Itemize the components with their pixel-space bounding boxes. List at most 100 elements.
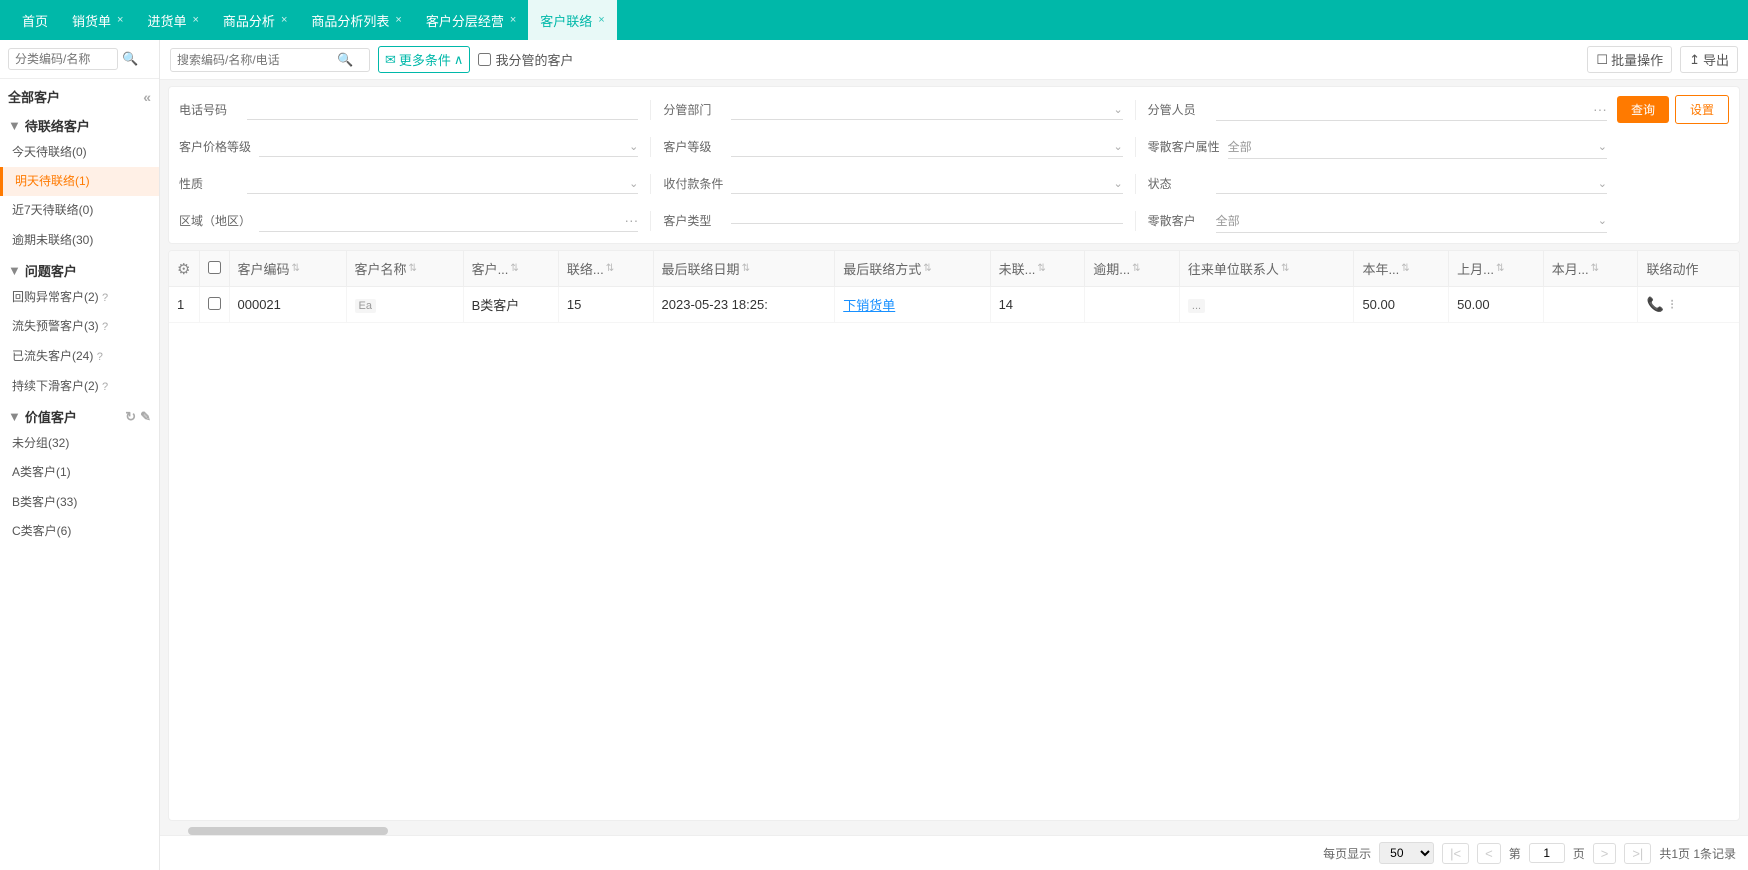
next-page-button[interactable]: > [1593, 843, 1617, 864]
horizontal-scrollbar[interactable] [168, 827, 1740, 835]
region-select[interactable]: ··· [259, 209, 638, 232]
sort-contact-icon[interactable]: ⇅ [606, 263, 614, 274]
retail-attr-select[interactable]: 全部 ⌄ [1228, 135, 1607, 159]
sidebar-item-value[interactable]: B类客户(33) [0, 488, 159, 517]
sort-type-icon[interactable]: ⇅ [510, 263, 518, 274]
page-number-input[interactable] [1529, 843, 1565, 863]
nav-item-商品分析[interactable]: 商品分析× [211, 0, 299, 40]
sidebar-item-problem[interactable]: 流失预警客户(3) ? [0, 312, 159, 342]
scrollbar-thumb[interactable] [188, 827, 388, 835]
col-name-label: 客户名称 [355, 259, 407, 278]
export-button[interactable]: ↥ 导出 [1680, 46, 1738, 73]
payment-chevron-icon: ⌄ [1113, 177, 1122, 190]
sort-this-month-icon[interactable]: ⇅ [1591, 263, 1599, 274]
row-last-date: 2023-05-23 18:25: [653, 287, 835, 323]
sort-overdue-icon[interactable]: ⇅ [1132, 263, 1140, 274]
sidebar-item-value[interactable]: C类客户(6) [0, 517, 159, 546]
sort-last-method-icon[interactable]: ⇅ [923, 263, 931, 274]
nav-item-销货单[interactable]: 销货单× [60, 0, 135, 40]
retail-cust-label: 零散客户 [1148, 212, 1208, 229]
sort-name-icon[interactable]: ⇅ [409, 263, 417, 274]
retail-cust-select[interactable]: 全部 ⌄ [1216, 209, 1607, 233]
close-icon[interactable]: × [117, 14, 123, 26]
prev-page-button[interactable]: < [1477, 843, 1501, 864]
query-button[interactable]: 查询 [1617, 96, 1669, 123]
pending-section-header: ▼ 待联络客户 [0, 110, 159, 138]
edit-icon[interactable]: ✎ [140, 409, 151, 425]
sidebar-item-value[interactable]: A类客户(1) [0, 458, 159, 487]
sidebar-search-input[interactable] [8, 48, 118, 70]
all-customers-header[interactable]: 全部客户 « [0, 79, 159, 110]
nav-item-客户联络[interactable]: 客户联络× [528, 0, 616, 40]
first-page-button[interactable]: |< [1442, 843, 1469, 864]
sidebar-search-icon[interactable]: 🔍 [122, 51, 138, 67]
sidebar-item-problem[interactable]: 持续下滑客户(2) ? [0, 372, 159, 402]
action-phone-icon[interactable]: 📞 [1646, 296, 1663, 313]
toolbar-search-input[interactable] [177, 53, 337, 67]
manager-select[interactable]: ··· [1216, 98, 1607, 121]
nav-item-商品分析列表[interactable]: 商品分析列表× [299, 0, 413, 40]
col-last-method-label: 最后联络方式 [843, 259, 921, 278]
sort-last-date-icon[interactable]: ⇅ [742, 263, 750, 274]
page-size-select[interactable]: 50 100 200 [1379, 842, 1434, 864]
close-icon[interactable]: × [281, 14, 287, 26]
price-grade-select[interactable]: ⌄ [259, 137, 638, 157]
price-grade-label: 客户价格等级 [179, 138, 251, 155]
settings-button[interactable]: 设置 [1675, 95, 1729, 124]
sort-last-month-icon[interactable]: ⇅ [1496, 263, 1504, 274]
sort-unit-icon[interactable]: ⇅ [1281, 263, 1289, 274]
col-last-date-label: 最后联络日期 [662, 259, 740, 278]
sidebar-item-pending[interactable]: 逾期未联络(30) [0, 226, 159, 255]
sort-code-icon[interactable]: ⇅ [292, 263, 300, 274]
more-filters-button[interactable]: ✉ 更多条件 ∧ [378, 46, 470, 73]
my-customers-checkbox[interactable] [478, 53, 491, 66]
select-all-checkbox[interactable] [208, 261, 221, 274]
my-customers-label: 我分管的客户 [495, 50, 573, 69]
dept-chevron-down-icon: ⌄ [1113, 103, 1122, 116]
dept-select[interactable]: ⌄ [731, 100, 1122, 120]
cust-type-select[interactable] [731, 217, 1122, 224]
batch-operation-button[interactable]: ☐ 批量操作 [1587, 46, 1672, 73]
nature-select[interactable]: ⌄ [247, 174, 638, 194]
chevron-up-icon: ∧ [454, 52, 464, 68]
nav-item-首页[interactable]: 首页 [10, 0, 60, 40]
customer-grade-select[interactable]: ⌄ [731, 137, 1122, 157]
close-icon[interactable]: × [510, 14, 516, 26]
toolbar: 🔍 ✉ 更多条件 ∧ 我分管的客户 ☐ 批量操作 ↥ 导出 [160, 40, 1748, 80]
collapse-icon[interactable]: « [143, 89, 151, 105]
close-icon[interactable]: × [395, 14, 401, 26]
row-unit-contact: ... [1179, 287, 1354, 323]
sidebar-item-problem[interactable]: 已流失客户(24) ? [0, 342, 159, 372]
col-unit-contact-label: 往来单位联系人 [1188, 259, 1279, 278]
col-this-month-label: 本月... [1552, 259, 1589, 278]
region-label: 区域（地区） [179, 212, 251, 229]
status-select[interactable]: ⌄ [1216, 174, 1607, 194]
my-customers-checkbox-label[interactable]: 我分管的客户 [478, 50, 573, 69]
close-icon[interactable]: × [192, 14, 198, 26]
sidebar-item-pending[interactable]: 明天待联络(1) [0, 167, 159, 196]
sidebar-item-problem[interactable]: 回购异常客户(2) ? [0, 283, 159, 313]
dept-label: 分管部门 [663, 101, 723, 118]
sort-uncontacted-icon[interactable]: ⇅ [1037, 263, 1045, 274]
price-grade-chevron-icon: ⌄ [629, 140, 638, 153]
value-section-header: ▼ 价值客户 ↻ ✎ [0, 401, 159, 429]
sidebar-item-pending[interactable]: 今天待联络(0) [0, 138, 159, 167]
nav-item-客户分层经营[interactable]: 客户分层经营× [414, 0, 528, 40]
sidebar-item-pending[interactable]: 近7天待联络(0) [0, 196, 159, 225]
close-icon[interactable]: × [598, 14, 604, 26]
table-settings-icon[interactable]: ⚙ [177, 261, 190, 278]
phone-input[interactable] [247, 99, 638, 120]
refresh-icon[interactable]: ↻ [125, 409, 136, 425]
sort-this-year-icon[interactable]: ⇅ [1401, 263, 1409, 274]
payment-select[interactable]: ⌄ [731, 174, 1122, 194]
row-checkbox[interactable] [208, 297, 221, 310]
nav-item-进货单[interactable]: 进货单× [135, 0, 210, 40]
export-icon: ↥ [1689, 52, 1700, 68]
toolbar-search-icon[interactable]: 🔍 [337, 52, 353, 68]
region-dots-icon[interactable]: ··· [624, 212, 638, 228]
last-page-button[interactable]: >| [1624, 843, 1651, 864]
sidebar-item-value[interactable]: 未分组(32) [0, 429, 159, 458]
manager-dots-icon[interactable]: ··· [1593, 101, 1607, 117]
action-more-icon[interactable]: ⁝ [1670, 296, 1674, 313]
more-filters-label: 更多条件 [399, 50, 451, 69]
